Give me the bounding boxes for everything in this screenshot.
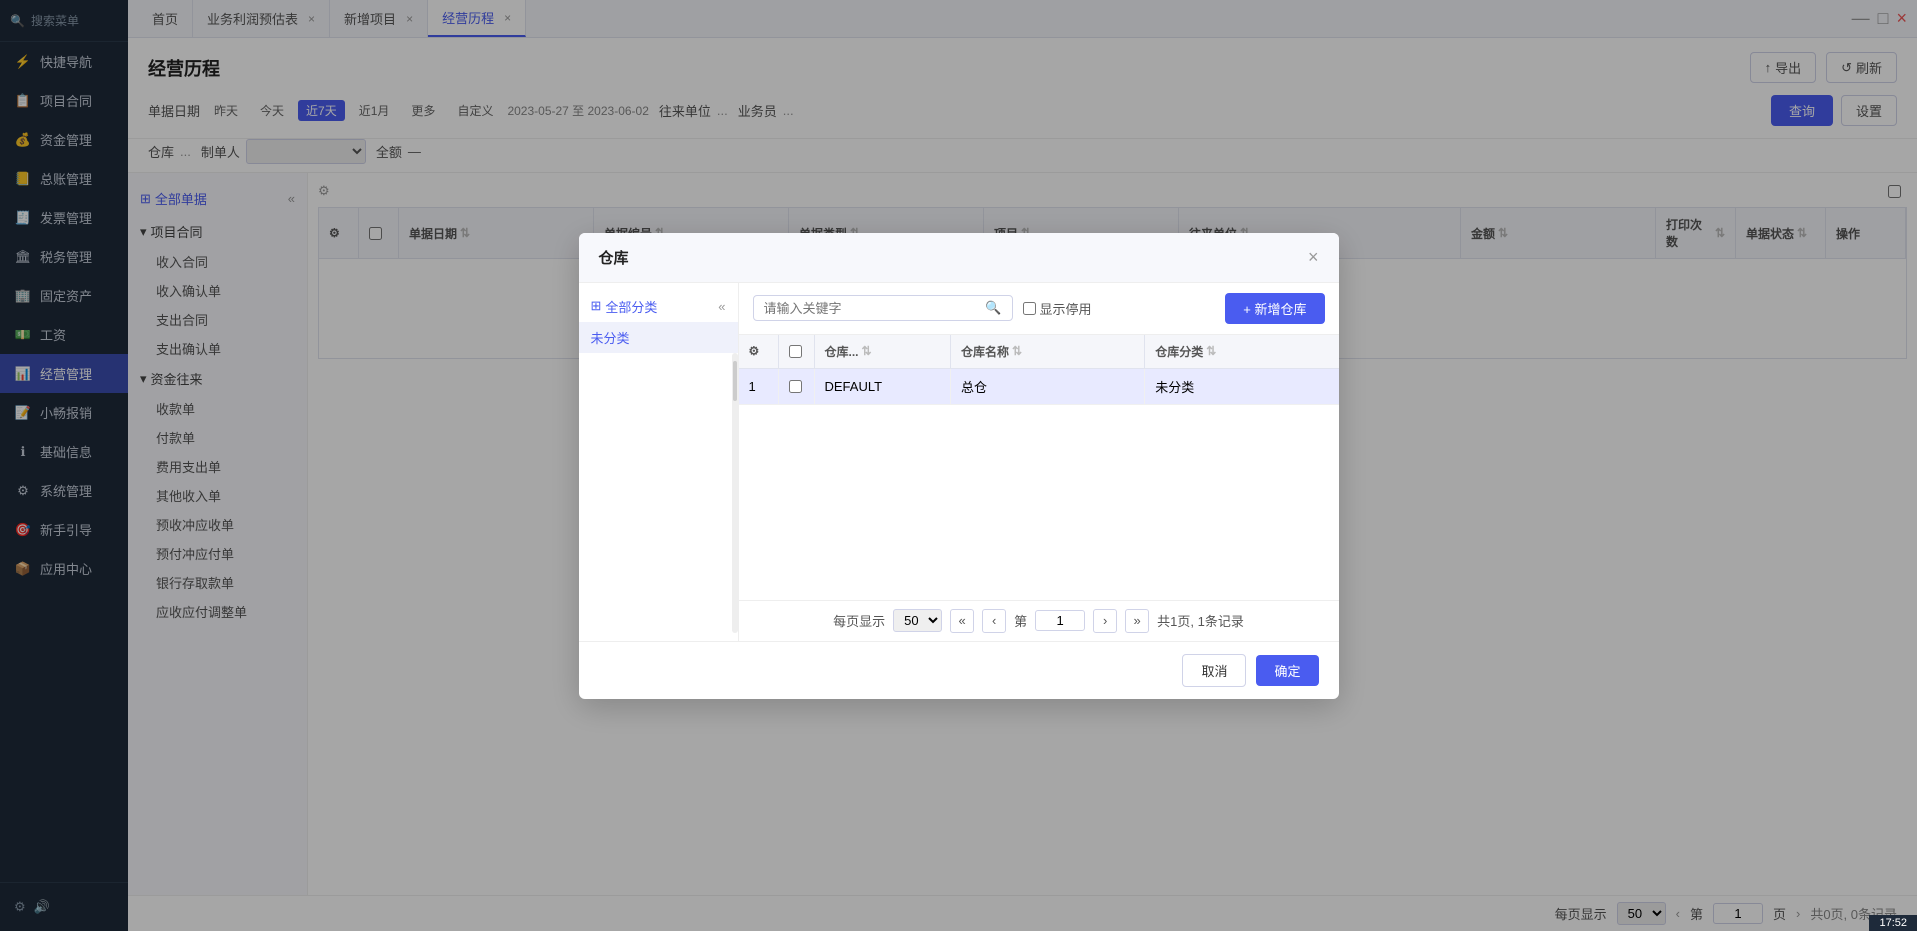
modal-col-code[interactable]: 仓库... ⇅ — [815, 335, 952, 368]
modal-col-name[interactable]: 仓库名称 ⇅ — [951, 335, 1145, 368]
modal-row-code: DEFAULT — [815, 369, 952, 404]
modal-header: 仓库 × — [579, 233, 1339, 283]
system-tray: 17:52 — [1869, 915, 1917, 931]
modal-total-info: 共1页, 1条记录 — [1157, 611, 1244, 630]
modal-close-btn[interactable]: × — [1308, 247, 1319, 268]
modal-left-item-uncategorized[interactable]: 未分类 — [579, 322, 738, 353]
modal-select-all[interactable] — [789, 345, 802, 358]
modal-next-page-btn[interactable]: › — [1093, 609, 1117, 633]
modal-left-panel: ⊞ 全部分类 « 未分类 — [579, 283, 739, 641]
modal-table: ⚙ 仓库... ⇅ 仓库名称 ⇅ 仓库分类 — [739, 335, 1339, 600]
modal-last-page-btn[interactable]: » — [1125, 609, 1149, 633]
modal-first-page-btn[interactable]: « — [950, 609, 974, 633]
modal-prev-page-btn[interactable]: ‹ — [982, 609, 1006, 633]
modal-row-settings: 1 — [739, 369, 779, 404]
modal-title: 仓库 — [599, 247, 629, 268]
modal-per-page-select[interactable]: 50 — [893, 609, 942, 632]
modal-table-row[interactable]: 1 DEFAULT 总仓 未分类 — [739, 369, 1339, 405]
show-disabled-checkbox[interactable] — [1023, 302, 1036, 315]
grid-icon-modal: ⊞ — [591, 298, 602, 314]
modal-cancel-btn[interactable]: 取消 — [1182, 654, 1246, 687]
add-warehouse-btn[interactable]: + 新增仓库 — [1225, 293, 1324, 324]
modal-overlay: 仓库 × ⊞ 全部分类 « 未分类 — [0, 0, 1917, 931]
modal-all-category[interactable]: ⊞ 全部分类 « — [579, 291, 738, 322]
modal-search-input[interactable] — [764, 301, 980, 316]
modal-page-input[interactable] — [1035, 610, 1085, 631]
modal-body: ⊞ 全部分类 « 未分类 🔍 — [579, 283, 1339, 641]
modal-per-page-label: 每页显示 — [833, 611, 885, 630]
modal-right-toolbar: 🔍 显示停用 + 新增仓库 — [739, 283, 1339, 335]
modal-search-box: 🔍 — [753, 295, 1013, 321]
modal-row-check[interactable] — [789, 380, 802, 393]
modal-search-icon: 🔍 — [985, 300, 1001, 316]
modal-col-category[interactable]: 仓库分类 ⇅ — [1145, 335, 1338, 368]
tray-time: 17:52 — [1879, 917, 1907, 929]
modal-row-checkbox[interactable] — [779, 369, 815, 404]
modal-pagination: 每页显示 50 « ‹ 第 › » 共1页, 1条记录 — [739, 600, 1339, 641]
modal-row-name: 总仓 — [951, 369, 1145, 404]
modal-row-category: 未分类 — [1145, 369, 1338, 404]
modal-page-label: 第 — [1014, 611, 1027, 630]
modal-confirm-btn[interactable]: 确定 — [1256, 655, 1318, 686]
modal-col-settings[interactable]: ⚙ — [739, 335, 779, 368]
show-disabled-label[interactable]: 显示停用 — [1023, 299, 1092, 318]
warehouse-modal: 仓库 × ⊞ 全部分类 « 未分类 — [579, 233, 1339, 699]
modal-footer-actions: 取消 确定 — [579, 641, 1339, 699]
modal-col-checkbox — [779, 335, 815, 368]
modal-table-header: ⚙ 仓库... ⇅ 仓库名称 ⇅ 仓库分类 — [739, 335, 1339, 369]
modal-right-panel: 🔍 显示停用 + 新增仓库 ⚙ — [739, 283, 1339, 641]
modal-left-collapse-icon[interactable]: « — [718, 299, 725, 314]
